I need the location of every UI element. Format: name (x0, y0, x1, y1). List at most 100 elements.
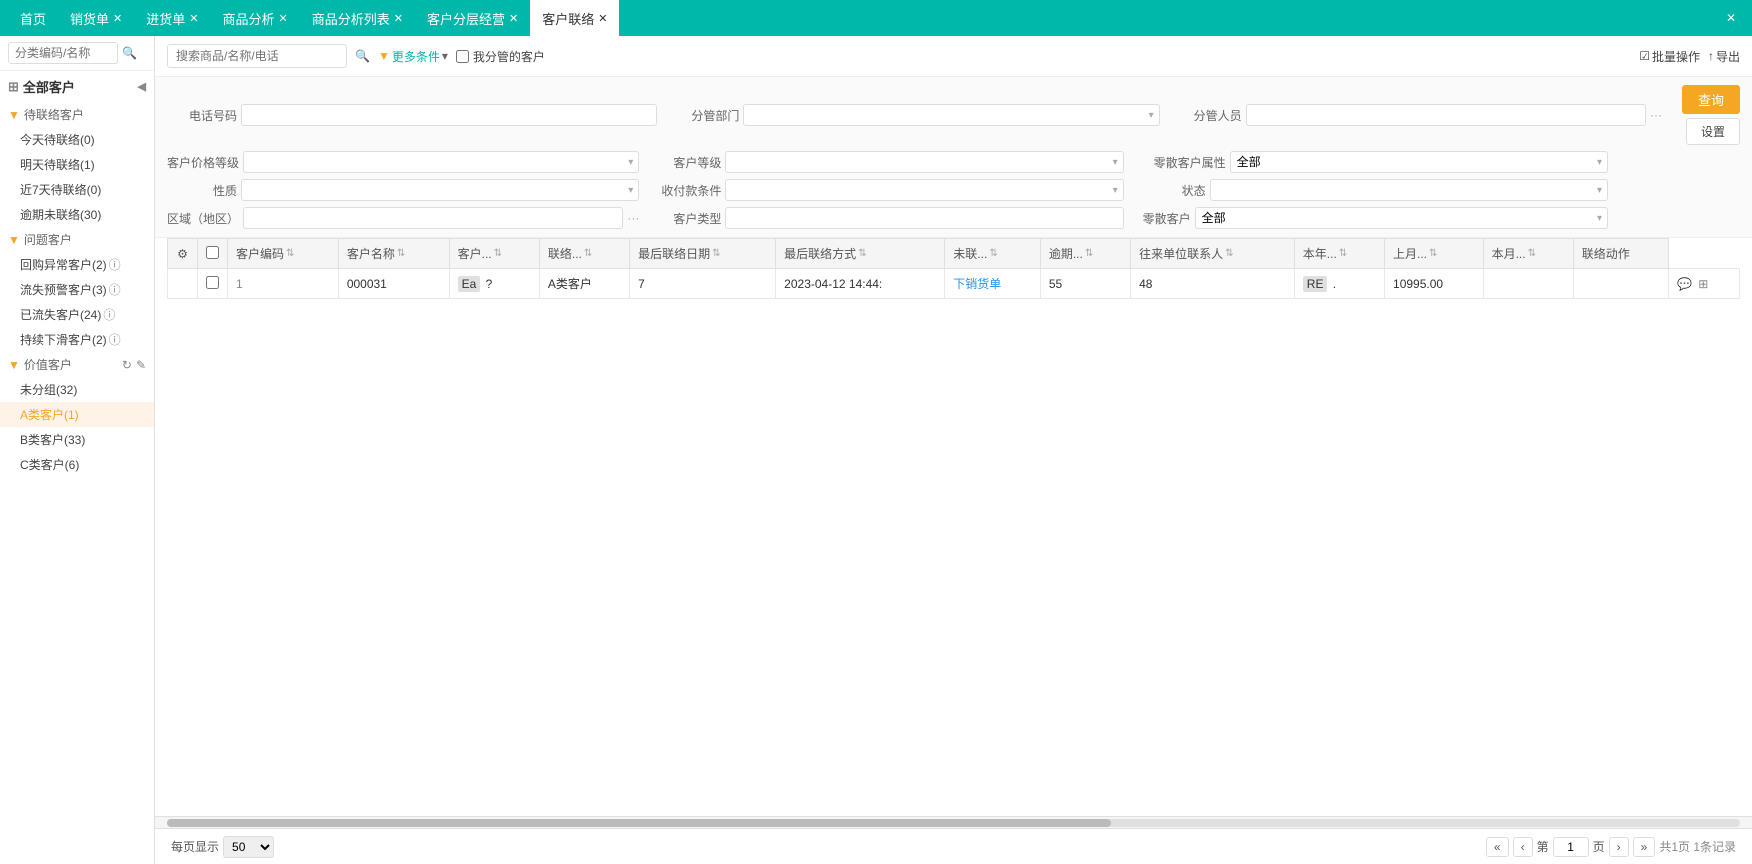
close-analysis-list[interactable]: ✕ (394, 12, 403, 25)
gear-icon[interactable]: ⚙ (177, 247, 188, 261)
sidebar-search-icon[interactable]: 🔍 (122, 46, 137, 60)
export-btn[interactable]: ↑ 导出 (1708, 48, 1740, 65)
col-uncontacted: 未联...⇅ (945, 239, 1041, 269)
sort-last-method[interactable]: ⇅ (858, 248, 866, 259)
page-input[interactable] (1553, 837, 1589, 857)
first-page-btn[interactable]: « (1486, 837, 1509, 857)
group-value-label: 价值客户 (24, 356, 72, 373)
sort-overdue[interactable]: ⇅ (1085, 248, 1093, 259)
nav-sales[interactable]: 销货单 ✕ (58, 0, 134, 36)
sidebar-item-b-class[interactable]: B类客户(33) (0, 427, 154, 452)
my-customers-filter[interactable]: 我分管的客户 (456, 48, 545, 65)
phone-input[interactable] (241, 104, 657, 126)
sidebar-item-tomorrow[interactable]: 明天待联络(1) (0, 152, 154, 177)
page-of-label: 页 (1593, 838, 1605, 855)
sidebar-item-today[interactable]: 今天待联络(0) (0, 127, 154, 152)
close-all-btn[interactable]: ✕ (1726, 11, 1744, 25)
customer-level-select[interactable] (725, 151, 1123, 173)
table-container: ⚙ 客户编码⇅ 客户名称⇅ 客户...⇅ (155, 238, 1752, 816)
scatter-cust-label: 零散客户 (1136, 210, 1191, 227)
sidebar-search-area: 🔍 (0, 36, 154, 71)
nav-analysis[interactable]: 商品分析 ✕ (210, 0, 299, 36)
sort-person[interactable]: ⇅ (1225, 248, 1233, 259)
col-settings[interactable]: ⚙ (168, 239, 198, 269)
sidebar-item-c-class[interactable]: C类客户(6) (0, 452, 154, 477)
row-last-method: 下销货单 (945, 269, 1041, 299)
sidebar-item-lost[interactable]: 已流失客户(24) ⓘ (0, 302, 154, 327)
nav-analysis-list[interactable]: 商品分析列表 ✕ (300, 0, 415, 36)
sort-this-month[interactable]: ⇅ (1528, 248, 1536, 259)
sidebar-item-a-class[interactable]: A类客户(1) (0, 402, 154, 427)
close-customer-contact[interactable]: ✕ (598, 12, 607, 25)
main-search-input[interactable] (167, 44, 347, 68)
next-page-btn[interactable]: › (1609, 837, 1629, 857)
nav-home[interactable]: 首页 (8, 0, 58, 36)
payment-label: 收付款条件 (651, 182, 721, 199)
sort-contact[interactable]: ⇅ (584, 248, 592, 259)
prev-page-btn[interactable]: ‹ (1513, 837, 1533, 857)
dept-select-wrap: ▾ (743, 104, 1159, 126)
region-dots[interactable]: ··· (627, 211, 639, 225)
qr-icon[interactable]: ⊞ (1698, 277, 1708, 291)
sidebar-all-customers[interactable]: ⊞ 全部客户 ◀ (0, 71, 154, 102)
scatter-attr-select[interactable]: 全部 (1230, 151, 1608, 173)
close-customer-tier[interactable]: ✕ (509, 12, 518, 25)
batch-op-btn[interactable]: ☑ 批量操作 (1639, 48, 1700, 65)
price-level-select[interactable] (243, 151, 639, 173)
row-last-date: 2023-04-12 14:44: (776, 269, 945, 299)
col-checkbox[interactable] (198, 239, 228, 269)
row-checkbox[interactable] (198, 269, 228, 299)
sidebar-search-input[interactable] (8, 42, 118, 64)
sort-type[interactable]: ⇅ (494, 248, 502, 259)
more-conditions-btn[interactable]: ▼ 更多条件 ▾ (378, 48, 448, 65)
group-problem[interactable]: ▼ 问题客户 (0, 227, 154, 252)
last-method-link[interactable]: 下销货单 (953, 277, 1001, 291)
close-purchase[interactable]: ✕ (189, 12, 198, 25)
sort-code[interactable]: ⇅ (286, 248, 294, 259)
my-customers-checkbox[interactable] (456, 50, 469, 63)
sidebar-item-overdue[interactable]: 逾期未联络(30) (0, 202, 154, 227)
payment-wrap: ▾ (725, 179, 1123, 201)
row-select[interactable] (206, 276, 219, 289)
sidebar-item-7days[interactable]: 近7天待联络(0) (0, 177, 154, 202)
dept-select[interactable] (743, 104, 1159, 126)
nav-customer-tier[interactable]: 客户分层经营 ✕ (415, 0, 530, 36)
message-icon[interactable]: 💬 (1677, 277, 1692, 291)
settings-button[interactable]: 设置 (1686, 118, 1740, 145)
sidebar-item-ungrp[interactable]: 未分组(32) (0, 377, 154, 402)
status-select[interactable] (1210, 179, 1608, 201)
status-label: 状态 (1136, 182, 1206, 199)
sidebar-item-repurchase[interactable]: 回购异常客户(2) ⓘ (0, 252, 154, 277)
sort-name[interactable]: ⇅ (397, 248, 405, 259)
per-page-select[interactable]: 50 100 200 (223, 836, 274, 858)
horizontal-scrollbar[interactable] (167, 819, 1740, 827)
group-pending[interactable]: ▼ 待联络客户 (0, 102, 154, 127)
sidebar-item-declining[interactable]: 持续下滑客户(2) ⓘ (0, 327, 154, 352)
edit-icon[interactable]: ✎ (136, 358, 146, 372)
refresh-icon[interactable]: ↻ (122, 358, 132, 372)
nav-purchase[interactable]: 进货单 ✕ (134, 0, 210, 36)
sort-uncontacted[interactable]: ⇅ (989, 248, 997, 259)
sidebar-item-churn-warn[interactable]: 流失预警客户(3) ⓘ (0, 277, 154, 302)
sort-last-month[interactable]: ⇅ (1429, 248, 1437, 259)
search-btn[interactable]: 🔍 (355, 49, 370, 63)
close-analysis[interactable]: ✕ (279, 12, 288, 25)
last-page-btn[interactable]: » (1633, 837, 1656, 857)
region-input[interactable] (243, 207, 623, 229)
grid-icon: ⊞ (8, 79, 19, 95)
person-input[interactable] (1246, 104, 1646, 126)
nature-select[interactable] (241, 179, 639, 201)
person-dots[interactable]: ··· (1650, 108, 1662, 122)
customer-type-input[interactable] (725, 207, 1123, 229)
sort-last-date[interactable]: ⇅ (712, 248, 720, 259)
select-all-checkbox[interactable] (206, 246, 219, 259)
scrollbar-thumb[interactable] (167, 819, 1111, 827)
close-sales[interactable]: ✕ (113, 12, 122, 25)
payment-select[interactable] (725, 179, 1123, 201)
group-value[interactable]: ▼ 价值客户 ↻ ✎ (0, 352, 154, 377)
nav-customer-contact[interactable]: 客户联络 ✕ (530, 0, 619, 36)
sort-this-year[interactable]: ⇅ (1339, 248, 1347, 259)
query-button[interactable]: 查询 (1682, 85, 1740, 114)
row-uncontacted: 55 (1040, 269, 1130, 299)
scatter-cust-select[interactable]: 全部 (1195, 207, 1608, 229)
